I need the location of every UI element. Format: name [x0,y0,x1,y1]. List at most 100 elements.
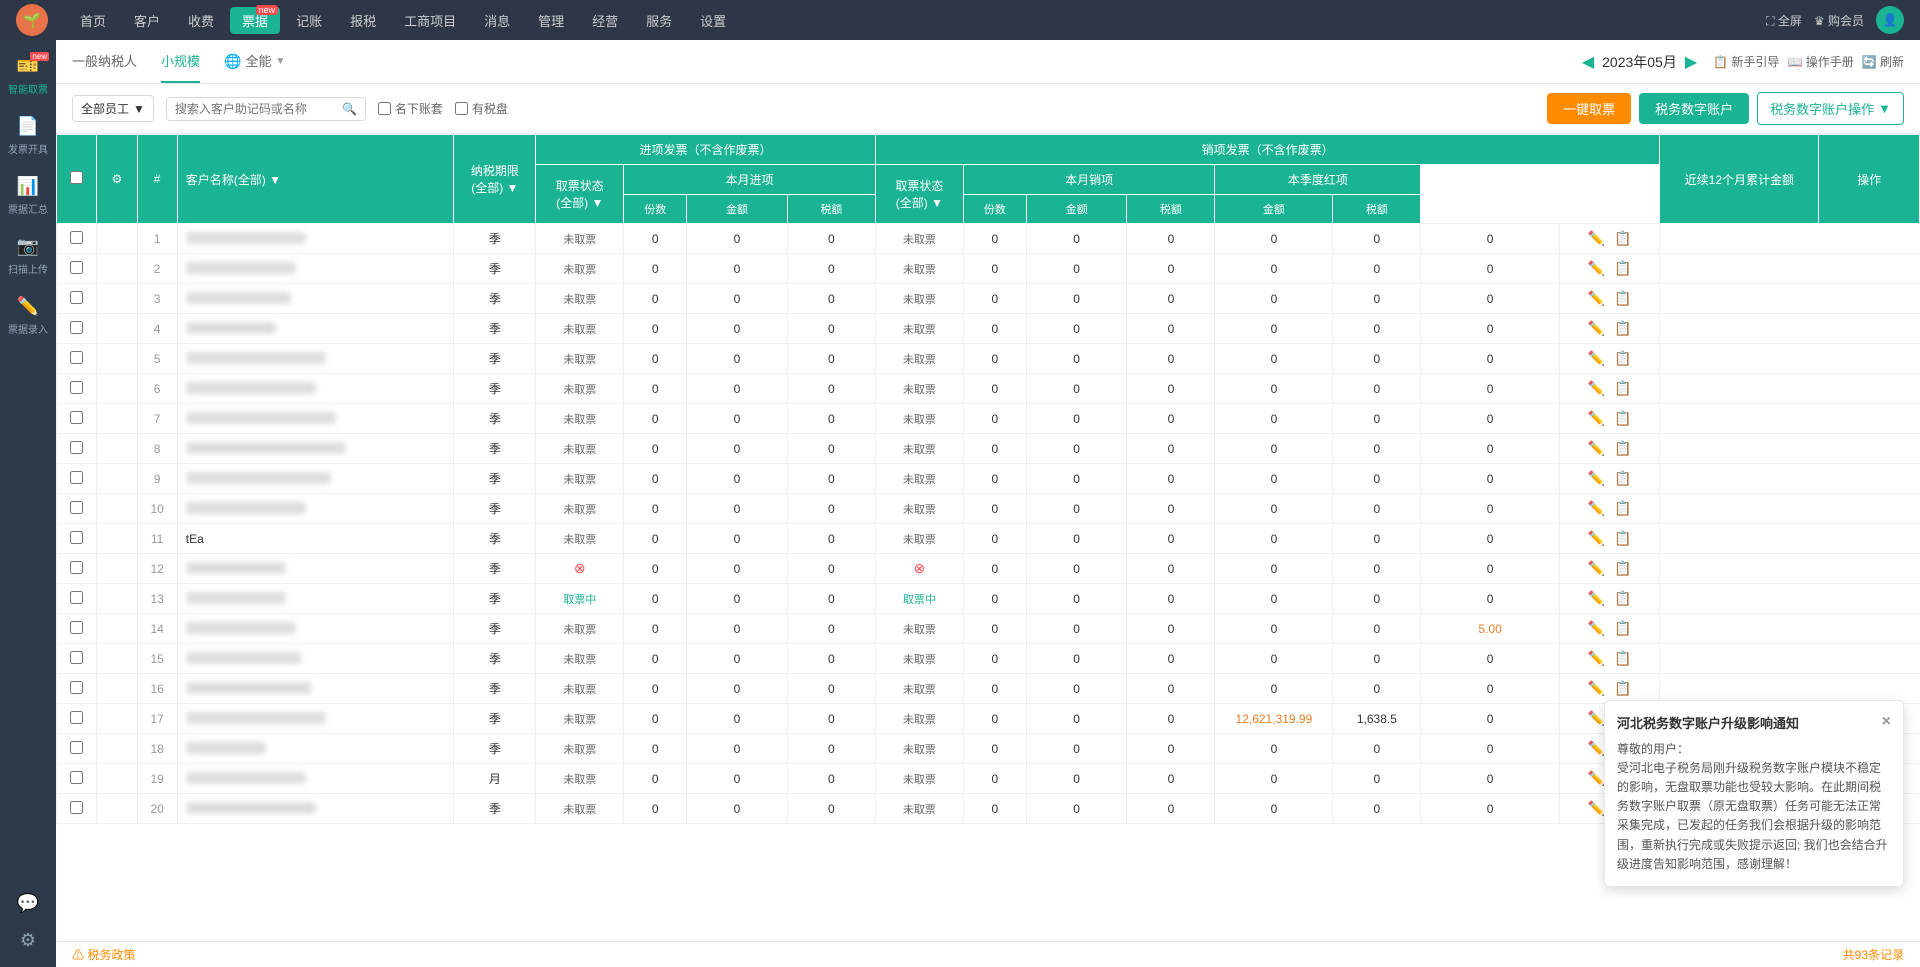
nav-billing[interactable]: 收费 [176,7,226,34]
nav-service[interactable]: 服务 [634,7,684,34]
nav-tax[interactable]: 报税 [338,7,388,34]
sidebar-item-scan[interactable]: 📷 扫描上传 [3,228,53,284]
search-icon[interactable]: 🔍 [342,102,357,116]
row-edit-btn[interactable]: ✏️ [1584,590,1607,607]
employee-select[interactable]: 全部员工 ▼ [72,95,154,122]
row-checkbox[interactable] [70,651,83,664]
row-checkbox[interactable] [70,561,83,574]
nav-business[interactable]: 工商项目 [392,7,468,34]
row-edit-btn[interactable]: ✏️ [1584,440,1607,457]
user-avatar[interactable]: 👤 [1876,6,1904,34]
row-copy-btn[interactable]: 📋 [1611,290,1634,307]
row-copy-btn[interactable]: 📋 [1611,590,1634,607]
th-period[interactable]: 纳税期限(全部) ▼ [454,135,536,224]
row-checkbox[interactable] [70,501,83,514]
row-checkbox[interactable] [70,591,83,604]
row-checkbox[interactable] [70,471,83,484]
checkbox-my-accounts[interactable]: 名下账套 [378,100,443,117]
row-checkbox[interactable] [70,261,83,274]
row-edit-btn[interactable]: ✏️ [1584,500,1607,517]
row-copy-btn[interactable]: 📋 [1611,650,1634,667]
row-edit-btn[interactable]: ✏️ [1584,380,1607,397]
th-income-status[interactable]: 取票状态(全部) ▼ [536,165,624,224]
sidebar-item-smart-ticket[interactable]: 🎫 智能取票 new [3,48,53,104]
row-copy-btn[interactable]: 📋 [1611,440,1634,457]
th-client-name[interactable]: 客户名称(全部) ▼ [177,135,454,224]
row-copy-btn[interactable]: 📋 [1611,230,1634,247]
nav-manage[interactable]: 管理 [526,7,576,34]
sidebar-item-summary[interactable]: 📊 票据汇总 [3,168,53,224]
tax-policy-link[interactable]: ⚠ 税务政策 [72,946,135,963]
row-checkbox[interactable] [70,411,83,424]
sidebar-bottom-icon1[interactable]: 💬 [17,893,39,914]
row-edit-btn[interactable]: ✏️ [1584,680,1607,697]
nav-message[interactable]: 消息 [472,7,522,34]
row-edit-btn[interactable]: ✏️ [1584,410,1607,427]
row-checkbox[interactable] [70,441,83,454]
row-copy-btn[interactable]: 📋 [1611,410,1634,427]
row-checkbox[interactable] [70,801,83,814]
nav-settings[interactable]: 设置 [688,7,738,34]
th-sales-status[interactable]: 取票状态(全部) ▼ [875,165,963,224]
manual-btn[interactable]: 📖 操作手册 [1787,53,1853,70]
row-copy-btn[interactable]: 📋 [1611,380,1634,397]
row-copy-btn[interactable]: 📋 [1611,560,1634,577]
checkbox-has-taxpad-input[interactable] [455,102,468,115]
row-checkbox[interactable] [70,741,83,754]
row-checkbox[interactable] [70,321,83,334]
row-copy-btn[interactable]: 📋 [1611,350,1634,367]
sidebar-item-issue[interactable]: 📄 发票开具 [3,108,53,164]
row-copy-btn[interactable]: 📋 [1611,260,1634,277]
tab-small-scale[interactable]: 小规模 [161,40,200,83]
nav-customer[interactable]: 客户 [122,7,172,34]
fullscreen-btn[interactable]: ⛶ 全屏 [1766,12,1802,29]
row-edit-btn[interactable]: ✏️ [1584,290,1607,307]
guide-btn[interactable]: 📋 新手引导 [1713,53,1779,70]
tab-omnibus[interactable]: 全能 [245,51,271,72]
chevron-down-icon[interactable]: ▼ [275,56,285,67]
row-edit-btn[interactable]: ✏️ [1584,260,1607,277]
tax-digital-account-btn[interactable]: 税务数字账户 [1639,93,1749,124]
row-checkbox[interactable] [70,351,83,364]
notification-close-btn[interactable]: × [1882,713,1891,732]
sidebar-item-entry[interactable]: ✏️ 票据录入 [3,288,53,344]
row-copy-btn[interactable]: 📋 [1611,680,1634,697]
row-copy-btn[interactable]: 📋 [1611,500,1634,517]
tax-digital-ops-btn[interactable]: 税务数字账户操作 ▼ [1757,92,1904,125]
refresh-btn[interactable]: 🔄 刷新 [1862,53,1904,70]
select-all-checkbox[interactable] [70,171,83,184]
search-input[interactable] [175,102,338,116]
row-copy-btn[interactable]: 📋 [1611,530,1634,547]
nav-operation[interactable]: 经营 [580,7,630,34]
row-edit-btn[interactable]: ✏️ [1584,560,1607,577]
row-checkbox[interactable] [70,621,83,634]
row-edit-btn[interactable]: ✏️ [1584,320,1607,337]
row-edit-btn[interactable]: ✏️ [1584,230,1607,247]
row-checkbox[interactable] [70,711,83,724]
row-copy-btn[interactable]: 📋 [1611,620,1634,637]
one-click-ticket-btn[interactable]: 一键取票 [1547,93,1631,124]
row-edit-btn[interactable]: ✏️ [1584,650,1607,667]
row-checkbox[interactable] [70,771,83,784]
date-prev-btn[interactable]: ◀ [1582,52,1594,72]
date-next-btn[interactable]: ▶ [1685,52,1697,72]
row-edit-btn[interactable]: ✏️ [1584,350,1607,367]
row-checkbox[interactable] [70,291,83,304]
row-edit-btn[interactable]: ✏️ [1584,620,1607,637]
checkbox-my-accounts-input[interactable] [378,102,391,115]
sidebar-bottom-icon2[interactable]: ⚙ [20,930,36,951]
row-copy-btn[interactable]: 📋 [1611,320,1634,337]
row-edit-btn[interactable]: ✏️ [1584,530,1607,547]
row-checkbox[interactable] [70,531,83,544]
nav-accounting[interactable]: 记账 [284,7,334,34]
vip-btn[interactable]: ♛ 购会员 [1814,12,1864,29]
nav-home[interactable]: 首页 [68,7,118,34]
row-edit-btn[interactable]: ✏️ [1584,470,1607,487]
tab-general-taxpayer[interactable]: 一般纳税人 [72,40,137,83]
nav-invoice[interactable]: 票据new [230,7,280,34]
row-checkbox[interactable] [70,231,83,244]
row-checkbox[interactable] [70,381,83,394]
row-checkbox[interactable] [70,681,83,694]
checkbox-has-taxpad[interactable]: 有税盘 [455,100,508,117]
row-copy-btn[interactable]: 📋 [1611,470,1634,487]
